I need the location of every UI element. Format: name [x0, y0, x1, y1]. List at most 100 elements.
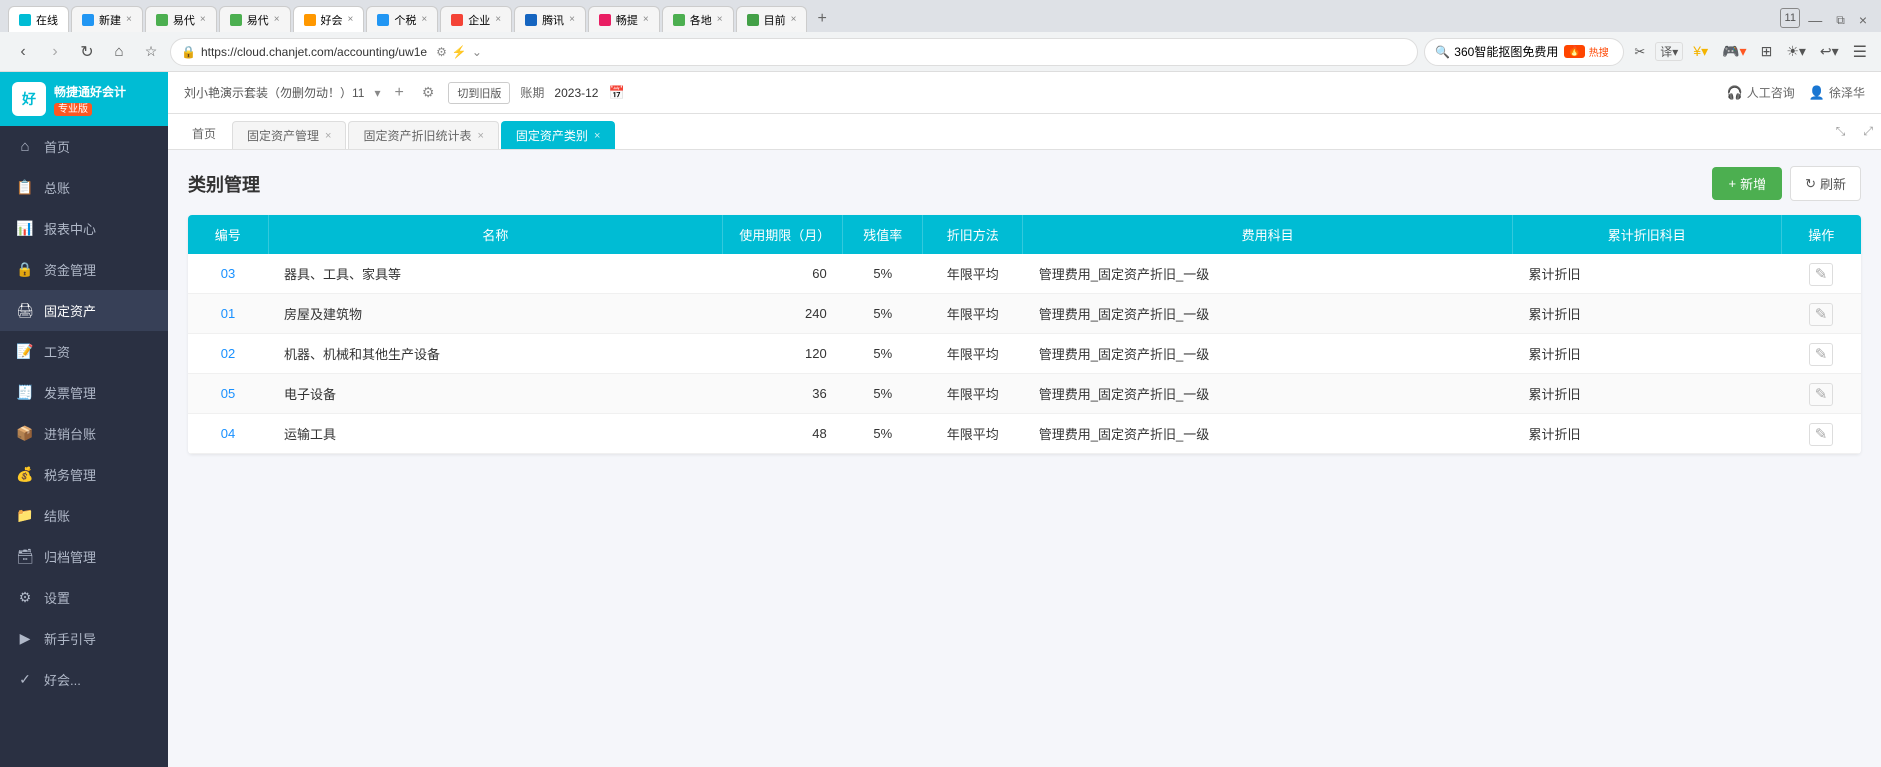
cell-expense: 管理费用_固定资产折旧_一级 — [1023, 374, 1513, 414]
close-icon[interactable]: × — [495, 14, 501, 25]
tab-label: 首页 — [192, 127, 216, 141]
page-tab-depreciation[interactable]: 固定资产折旧统计表 × — [348, 121, 498, 149]
edit-icon[interactable]: ✎ — [1809, 383, 1834, 406]
sidebar-item-stock[interactable]: 📦 进销台账 — [0, 413, 168, 454]
sidebar-item-fixed-assets[interactable]: 🖨 固定资产 — [0, 290, 168, 331]
currency-button[interactable]: ¥▾ — [1689, 43, 1712, 60]
cell-code[interactable]: 02 — [188, 334, 268, 374]
cell-expense: 管理费用_固定资产折旧_一级 — [1023, 334, 1513, 374]
close-icon[interactable]: × — [643, 14, 649, 25]
dropdown-icon[interactable]: ▾ — [374, 86, 380, 100]
close-icon[interactable]: × — [126, 14, 132, 25]
add-button[interactable]: + 新增 — [1712, 167, 1782, 200]
cell-months: 120 — [723, 334, 843, 374]
close-icon[interactable]: × — [594, 130, 600, 142]
edit-icon[interactable]: ✎ — [1809, 303, 1834, 326]
sidebar-item-salary[interactable]: 📝 工资 — [0, 331, 168, 372]
sidebar-item-label: 进销台账 — [44, 424, 96, 443]
cell-action: ✎ — [1781, 374, 1861, 414]
new-tab-button[interactable]: + — [809, 6, 834, 32]
game-button[interactable]: 🎮▾ — [1718, 43, 1750, 60]
sidebar-item-report[interactable]: 📊 报表中心 — [0, 208, 168, 249]
close-icon[interactable]: × — [791, 14, 797, 25]
cell-action: ✎ — [1781, 254, 1861, 294]
col-action: 操作 — [1781, 215, 1861, 254]
browser-tab-new[interactable]: 新建 × — [71, 6, 143, 32]
cut-button[interactable]: ✂ — [1630, 44, 1649, 60]
bookmark-button[interactable]: ☆ — [138, 39, 164, 65]
service-area[interactable]: 🎧 人工咨询 — [1727, 84, 1795, 101]
cell-code[interactable]: 04 — [188, 414, 268, 454]
close-icon[interactable]: × — [348, 14, 354, 25]
edit-icon[interactable]: ✎ — [1809, 423, 1834, 446]
sidebar-item-home[interactable]: ⌂ 首页 — [0, 126, 168, 167]
close-icon[interactable]: × — [477, 130, 483, 142]
period-label: 账期 — [520, 84, 544, 101]
sidebar-item-archive[interactable]: 🗃 归档管理 — [0, 536, 168, 577]
close-window-button[interactable]: × — [1853, 12, 1873, 28]
edit-icon[interactable]: ✎ — [1809, 343, 1834, 366]
browser-tab-corp[interactable]: 企业 × — [440, 6, 512, 32]
browser-tab-changtí[interactable]: 畅提 × — [588, 6, 660, 32]
sidebar-item-guide[interactable]: ▶ 新手引导 — [0, 618, 168, 659]
menu-button[interactable]: ☰ — [1849, 42, 1871, 62]
col-name: 名称 — [268, 215, 723, 254]
cell-code[interactable]: 05 — [188, 374, 268, 414]
forward-button[interactable]: › — [42, 39, 68, 65]
sun-button[interactable]: ☀▾ — [1782, 43, 1810, 60]
browser-tab-yidai2[interactable]: 易代 × — [219, 6, 291, 32]
browser-tab-gedi[interactable]: 各地 × — [662, 6, 734, 32]
sidebar-item-haohuiji[interactable]: ✓ 好会... — [0, 659, 168, 700]
site-tools-icon[interactable]: ⚙ — [436, 45, 447, 59]
browser-tab-active[interactable]: 好会 × — [293, 6, 365, 32]
sidebar-item-settings[interactable]: ⚙ 设置 — [0, 577, 168, 618]
browser-tab-tax[interactable]: 个税 × — [366, 6, 438, 32]
sidebar-item-label: 首页 — [44, 137, 70, 156]
close-icon[interactable]: × — [200, 14, 206, 25]
refresh-button[interactable]: ↻ — [74, 39, 100, 65]
chevron-down-icon[interactable]: ⌄ — [472, 45, 482, 59]
settings-icon: ⚙ — [16, 589, 34, 606]
cell-expense: 管理费用_固定资产折旧_一级 — [1023, 414, 1513, 454]
page-tab-home[interactable]: 首页 — [178, 120, 230, 149]
page-tab-assets-mgmt[interactable]: 固定资产管理 × — [232, 121, 346, 149]
calendar-icon[interactable]: 📅 — [608, 85, 624, 101]
close-icon[interactable]: × — [717, 14, 723, 25]
browser-tab-yidai1[interactable]: 易代 × — [145, 6, 217, 32]
sidebar-item-ledger[interactable]: 📋 总账 — [0, 167, 168, 208]
close-icon[interactable]: × — [325, 130, 331, 142]
sidebar-item-tax[interactable]: 💰 税务管理 — [0, 454, 168, 495]
sidebar-item-invoice[interactable]: 🧾 发票管理 — [0, 372, 168, 413]
window-expand-button[interactable]: ⤢ — [1855, 124, 1881, 139]
browser-tab-tencent[interactable]: 腾讯 × — [514, 6, 586, 32]
browser-tab-mubi[interactable]: 目前 × — [736, 6, 808, 32]
page-tab-category[interactable]: 固定资产类别 × — [501, 121, 615, 149]
window-collapse-button[interactable]: ⤡ — [1828, 124, 1854, 139]
settings-cog-button[interactable]: ⚙ — [418, 84, 439, 101]
restore-button[interactable]: ⧉ — [1830, 13, 1851, 28]
col-code: 编号 — [188, 215, 268, 254]
translate-button[interactable]: 译▾ — [1655, 42, 1683, 61]
address-bar[interactable]: 🔒 https://cloud.chanjet.com/accounting/u… — [170, 38, 1418, 66]
grid-button[interactable]: ⊞ — [1757, 43, 1777, 60]
home-button[interactable]: ⌂ — [106, 39, 132, 65]
search-bar[interactable]: 🔍 360智能抠图免费用 🔥 热搜 — [1424, 38, 1624, 66]
close-icon[interactable]: × — [569, 14, 575, 25]
undo-button[interactable]: ↩▾ — [1816, 43, 1843, 60]
close-icon[interactable]: × — [421, 14, 427, 25]
close-icon[interactable]: × — [274, 14, 280, 25]
browser-tab-online[interactable]: 在线 — [8, 6, 69, 32]
add-account-button[interactable]: + — [391, 84, 408, 102]
edit-icon[interactable]: ✎ — [1809, 263, 1834, 286]
refresh-button[interactable]: ↻ 刷新 — [1790, 166, 1861, 201]
sidebar-item-fund[interactable]: 🔒 资金管理 — [0, 249, 168, 290]
sidebar-item-close-period[interactable]: 📁 结账 — [0, 495, 168, 536]
user-area[interactable]: 👤 徐泽华 — [1809, 84, 1865, 101]
cell-code[interactable]: 01 — [188, 294, 268, 334]
switch-version-button[interactable]: 切到旧版 — [448, 82, 510, 104]
back-button[interactable]: ‹ — [10, 39, 36, 65]
cell-code[interactable]: 03 — [188, 254, 268, 294]
minimize-button[interactable]: — — [1802, 12, 1828, 28]
haohuiji-icon: ✓ — [16, 671, 34, 688]
main-content: 刘小艳演示套装（勿删勿动！）11 ▾ + ⚙ 切到旧版 账期 2023-12 📅… — [168, 72, 1881, 767]
